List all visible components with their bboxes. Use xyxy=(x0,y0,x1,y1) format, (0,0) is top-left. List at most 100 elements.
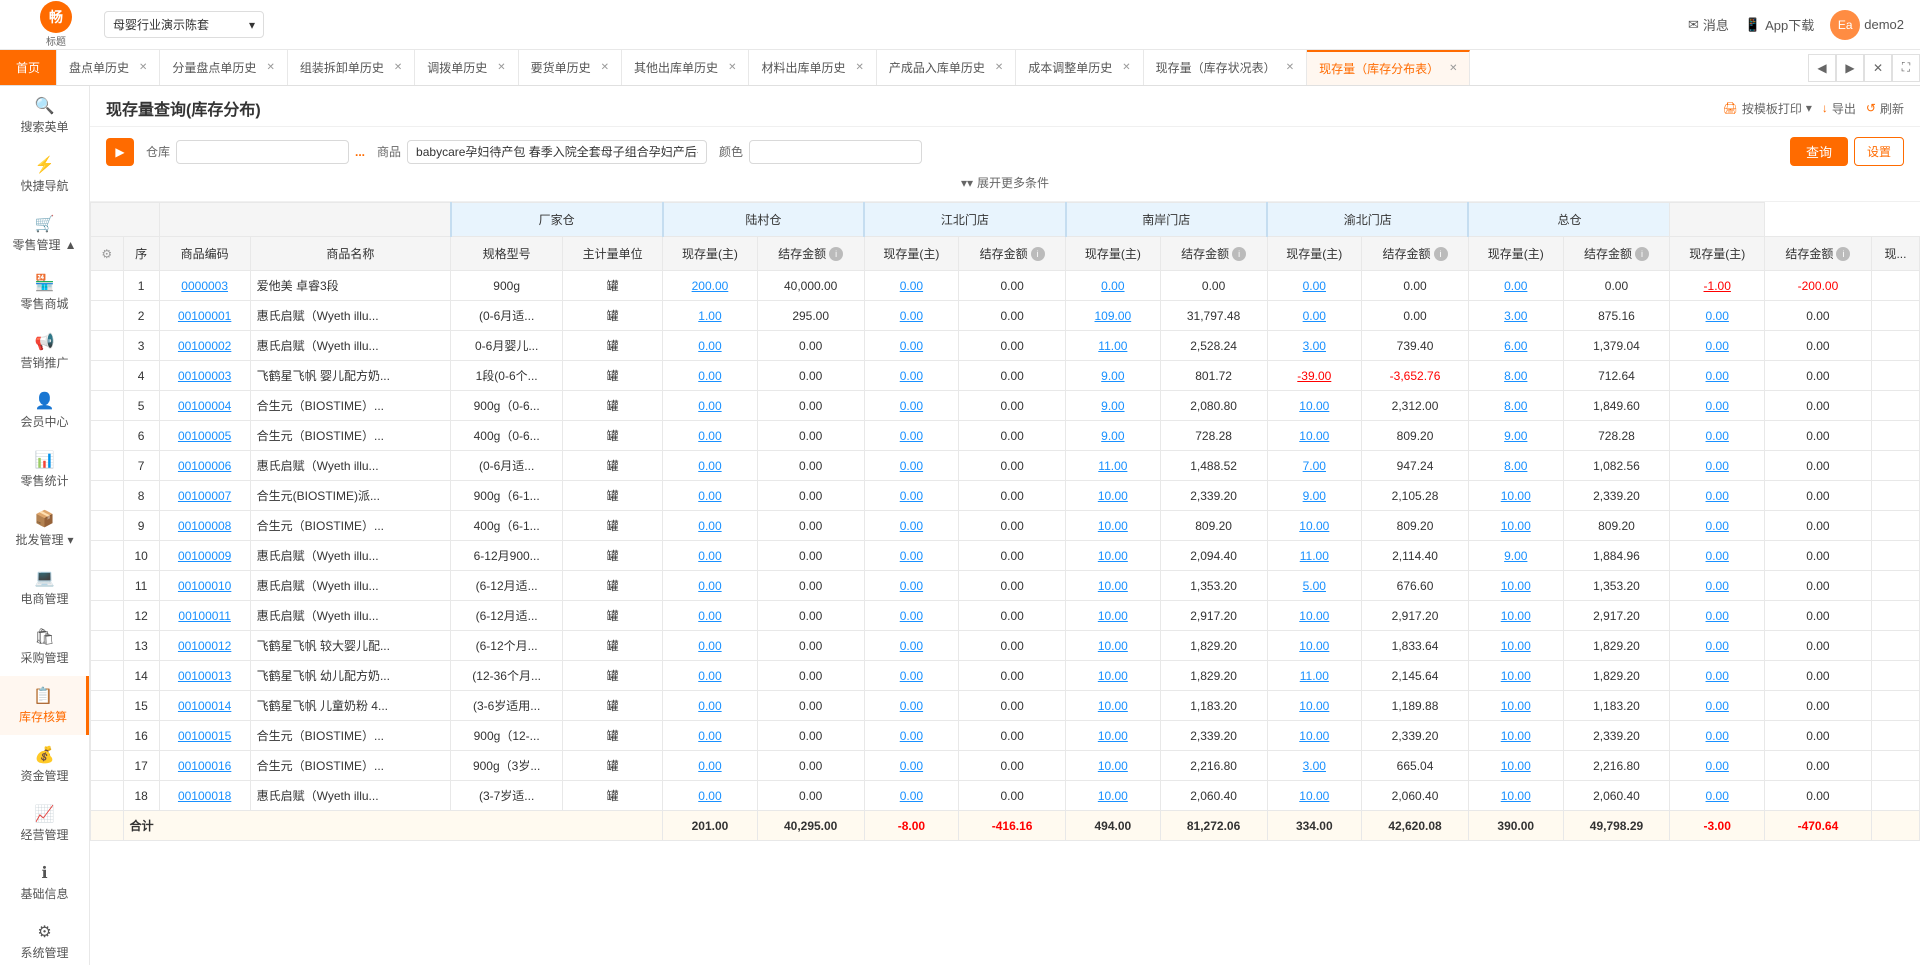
lu-qty-link[interactable]: 0.00 xyxy=(900,609,923,623)
jiangbei-qty-link[interactable]: 9.00 xyxy=(1101,369,1124,383)
yubei-qty-link[interactable]: 8.00 xyxy=(1504,459,1527,473)
factory-qty-link[interactable]: 0.00 xyxy=(698,459,721,473)
tab-5-close[interactable]: ✕ xyxy=(601,62,609,73)
warehouse-dots[interactable]: ... xyxy=(355,145,365,159)
print-btn[interactable]: 🖨 按模板打印 ▾ xyxy=(1723,100,1812,117)
factory-qty-link[interactable]: 0.00 xyxy=(698,339,721,353)
total-qty-link[interactable]: 0.00 xyxy=(1706,519,1729,533)
sidebar-item-retail-stats[interactable]: 📊 零售统计 xyxy=(0,440,89,499)
lu-qty-link[interactable]: 0.00 xyxy=(900,789,923,803)
nanan-qty-link[interactable]: 0.00 xyxy=(1303,279,1326,293)
tab-10[interactable]: 现存量（库存状况表） ✕ xyxy=(1144,50,1307,85)
filter-expand-arrow[interactable]: ▶ xyxy=(106,138,134,166)
total-qty-link[interactable]: 0.00 xyxy=(1706,669,1729,683)
sidebar-item-operations[interactable]: 📈 经营管理 xyxy=(0,794,89,853)
expand-more-btn[interactable]: ▾▾ 展开更多条件 xyxy=(106,174,1904,191)
total-qty-link[interactable]: 0.00 xyxy=(1706,609,1729,623)
tab-11[interactable]: 现存量（库存分布表） ✕ xyxy=(1307,50,1470,85)
yubei-qty-link[interactable]: 10.00 xyxy=(1501,669,1531,683)
code-link[interactable]: 00100002 xyxy=(178,339,231,353)
tab-6-close[interactable]: ✕ xyxy=(728,62,736,73)
nanan-qty-link[interactable]: 10.00 xyxy=(1299,519,1329,533)
factory-qty-link[interactable]: 0.00 xyxy=(698,519,721,533)
nanan-qty-link[interactable]: 5.00 xyxy=(1303,579,1326,593)
jiangbei-qty-link[interactable]: 10.00 xyxy=(1098,639,1128,653)
yubei-qty-link[interactable]: 10.00 xyxy=(1501,789,1531,803)
yubei-amt-info-icon[interactable]: i xyxy=(1635,247,1649,261)
tab-close-btn[interactable]: ✕ xyxy=(1864,54,1892,82)
nanan-qty-link[interactable]: 0.00 xyxy=(1303,309,1326,323)
code-link[interactable]: 00100011 xyxy=(178,609,231,623)
code-link[interactable]: 00100013 xyxy=(178,669,231,683)
code-link[interactable]: 00100012 xyxy=(178,639,231,653)
sidebar-item-search[interactable]: 🔍 搜索英单 xyxy=(0,86,89,145)
lu-qty-link[interactable]: 0.00 xyxy=(900,369,923,383)
lu-amt-info-icon[interactable]: i xyxy=(1031,247,1045,261)
total-qty-link[interactable]: 0.00 xyxy=(1706,399,1729,413)
code-link[interactable]: 00100007 xyxy=(178,489,231,503)
nanan-qty-link[interactable]: 3.00 xyxy=(1303,759,1326,773)
yubei-qty-link[interactable]: 10.00 xyxy=(1501,639,1531,653)
tab-8-close[interactable]: ✕ xyxy=(995,62,1003,73)
tab-7-close[interactable]: ✕ xyxy=(855,62,863,73)
tab-6[interactable]: 其他出库单历史 ✕ xyxy=(622,50,749,85)
factory-qty-link[interactable]: 0.00 xyxy=(698,789,721,803)
tab-home[interactable]: 首页 xyxy=(0,50,57,85)
nanan-qty-link[interactable]: 3.00 xyxy=(1303,339,1326,353)
jiangbei-qty-link[interactable]: 109.00 xyxy=(1095,309,1132,323)
factory-qty-link[interactable]: 0.00 xyxy=(698,609,721,623)
goods-input[interactable] xyxy=(407,140,707,164)
yubei-qty-link[interactable]: 10.00 xyxy=(1501,579,1531,593)
nanan-qty-link[interactable]: 10.00 xyxy=(1299,639,1329,653)
code-link[interactable]: 00100008 xyxy=(178,519,231,533)
lu-qty-link[interactable]: 0.00 xyxy=(900,669,923,683)
nanan-qty-link[interactable]: 7.00 xyxy=(1303,459,1326,473)
tab-4[interactable]: 调拨单历史 ✕ xyxy=(415,50,518,85)
yubei-qty-link[interactable]: 10.00 xyxy=(1501,519,1531,533)
sidebar-item-inventory[interactable]: 📋 库存核算 xyxy=(0,676,89,735)
lu-qty-link[interactable]: 0.00 xyxy=(900,279,923,293)
tab-5[interactable]: 要货单历史 ✕ xyxy=(519,50,622,85)
yubei-qty-link[interactable]: 9.00 xyxy=(1504,549,1527,563)
nanan-qty-link[interactable]: 10.00 xyxy=(1299,789,1329,803)
sidebar-item-quick[interactable]: ⚡ 快捷导航 xyxy=(0,145,89,204)
total-qty-link[interactable]: 0.00 xyxy=(1706,729,1729,743)
lu-qty-link[interactable]: 0.00 xyxy=(900,699,923,713)
jiangbei-qty-link[interactable]: 9.00 xyxy=(1101,399,1124,413)
factory-amt-info-icon[interactable]: i xyxy=(829,247,843,261)
total-qty-link[interactable]: 0.00 xyxy=(1706,789,1729,803)
code-link[interactable]: 00100006 xyxy=(178,459,231,473)
factory-qty-link[interactable]: 1.00 xyxy=(698,309,721,323)
code-link[interactable]: 00100004 xyxy=(178,399,231,413)
factory-qty-link[interactable]: 0.00 xyxy=(698,549,721,563)
lu-qty-link[interactable]: 0.00 xyxy=(900,729,923,743)
total-qty-link[interactable]: 0.00 xyxy=(1706,639,1729,653)
total-qty-link[interactable]: 0.00 xyxy=(1706,369,1729,383)
jiangbei-qty-link[interactable]: 10.00 xyxy=(1098,729,1128,743)
tab-next-btn[interactable]: ▶ xyxy=(1836,54,1864,82)
refresh-btn[interactable]: ↺ 刷新 xyxy=(1866,100,1904,117)
code-link[interactable]: 00100010 xyxy=(178,579,231,593)
total-qty-link[interactable]: 0.00 xyxy=(1706,699,1729,713)
nanan-qty-link[interactable]: 11.00 xyxy=(1300,549,1329,563)
total-qty-link[interactable]: 0.00 xyxy=(1706,429,1729,443)
lu-qty-link[interactable]: 0.00 xyxy=(900,519,923,533)
jiangbei-qty-link[interactable]: 11.00 xyxy=(1098,459,1127,473)
tab-9[interactable]: 成本调整单历史 ✕ xyxy=(1016,50,1143,85)
search-button[interactable]: 查询 xyxy=(1790,137,1848,166)
factory-qty-link[interactable]: 0.00 xyxy=(698,759,721,773)
tab-4-close[interactable]: ✕ xyxy=(497,62,505,73)
tab-10-close[interactable]: ✕ xyxy=(1286,62,1294,73)
code-link[interactable]: 00100009 xyxy=(178,549,231,563)
sidebar-item-purchase[interactable]: 🛍 采购管理 xyxy=(0,617,89,676)
jiangbei-qty-link[interactable]: 0.00 xyxy=(1101,279,1124,293)
factory-qty-link[interactable]: 0.00 xyxy=(698,489,721,503)
tab-1-close[interactable]: ✕ xyxy=(139,62,147,73)
tab-7[interactable]: 材料出库单历史 ✕ xyxy=(749,50,876,85)
export-btn[interactable]: ↓ 导出 xyxy=(1822,100,1856,117)
code-link[interactable]: 00100003 xyxy=(178,369,231,383)
jiangbei-qty-link[interactable]: 9.00 xyxy=(1101,429,1124,443)
total-qty-link[interactable]: 0.00 xyxy=(1706,489,1729,503)
jiangbei-qty-link[interactable]: 10.00 xyxy=(1098,489,1128,503)
lu-qty-link[interactable]: 0.00 xyxy=(900,429,923,443)
